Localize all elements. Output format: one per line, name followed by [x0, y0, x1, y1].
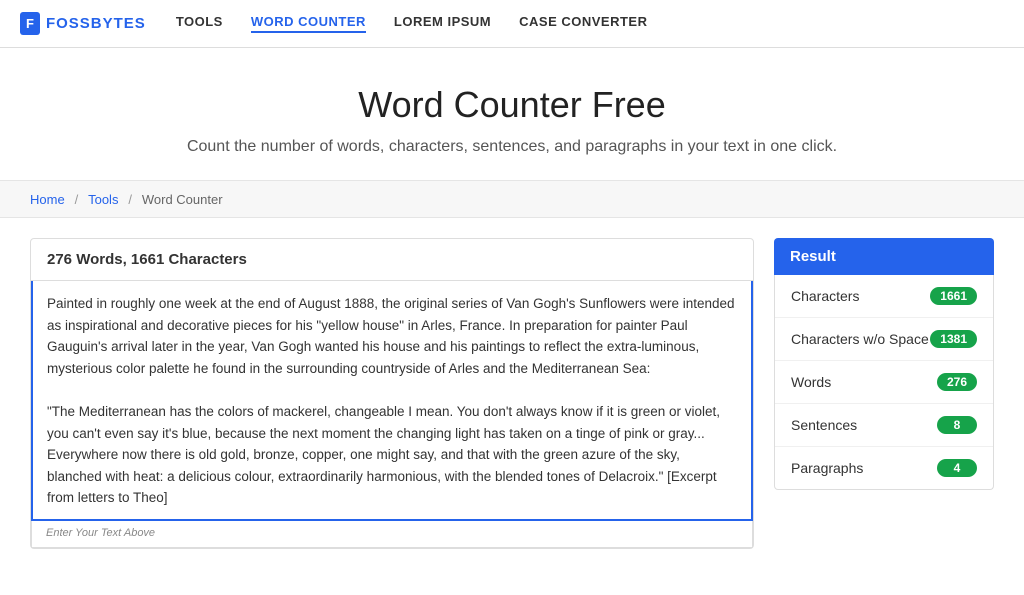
result-label-paragraphs: Paragraphs — [791, 460, 863, 476]
result-row-characters: Characters 1661 — [775, 275, 993, 318]
result-row-words: Words 276 — [775, 361, 993, 404]
result-header: Result — [774, 238, 994, 275]
result-body: Characters 1661 Characters w/o Space 138… — [774, 275, 994, 490]
result-row-sentences: Sentences 8 — [775, 404, 993, 447]
nav-case-converter[interactable]: CASE CONVERTER — [519, 14, 647, 33]
editor-section: 276 Words, 1661 Characters Enter Your Te… — [30, 238, 754, 549]
result-badge-characters: 1661 — [930, 287, 977, 305]
result-row-chars-nospace: Characters w/o Space 1381 — [775, 318, 993, 361]
editor-hint: Enter Your Text Above — [31, 521, 753, 548]
page-title: Word Counter Free — [20, 84, 1004, 126]
result-label-chars-nospace: Characters w/o Space — [791, 331, 929, 347]
nav-word-counter[interactable]: WORD COUNTER — [251, 14, 366, 33]
breadcrumb-sep-1: / — [75, 192, 79, 207]
result-badge-words: 276 — [937, 373, 977, 391]
result-badge-sentences: 8 — [937, 416, 977, 434]
hero-section: Word Counter Free Count the number of wo… — [0, 48, 1024, 180]
result-label-words: Words — [791, 374, 831, 390]
breadcrumb-tools[interactable]: Tools — [88, 192, 118, 207]
result-panel: Result Characters 1661 Characters w/o Sp… — [774, 238, 994, 549]
logo-text: FOSSBYTES — [46, 15, 146, 32]
logo-abbr: F — [20, 12, 40, 35]
breadcrumb: Home / Tools / Word Counter — [0, 180, 1024, 218]
result-label-sentences: Sentences — [791, 417, 857, 433]
result-label-characters: Characters — [791, 288, 859, 304]
result-badge-chars-nospace: 1381 — [930, 330, 977, 348]
site-logo[interactable]: F FOSSBYTES — [20, 12, 146, 35]
nav-links: TOOLS WORD COUNTER LOREM IPSUM CASE CONV… — [176, 14, 648, 33]
nav-lorem-ipsum[interactable]: LOREM IPSUM — [394, 14, 491, 33]
breadcrumb-current: Word Counter — [142, 192, 223, 207]
editor-header: 276 Words, 1661 Characters — [31, 239, 753, 281]
nav-tools[interactable]: TOOLS — [176, 14, 223, 33]
text-input[interactable] — [31, 281, 753, 521]
breadcrumb-home[interactable]: Home — [30, 192, 65, 207]
result-row-paragraphs: Paragraphs 4 — [775, 447, 993, 489]
page-subtitle: Count the number of words, characters, s… — [20, 138, 1004, 156]
main-content: 276 Words, 1661 Characters Enter Your Te… — [0, 218, 1024, 569]
breadcrumb-sep-2: / — [128, 192, 132, 207]
result-badge-paragraphs: 4 — [937, 459, 977, 477]
navbar: F FOSSBYTES TOOLS WORD COUNTER LOREM IPS… — [0, 0, 1024, 48]
